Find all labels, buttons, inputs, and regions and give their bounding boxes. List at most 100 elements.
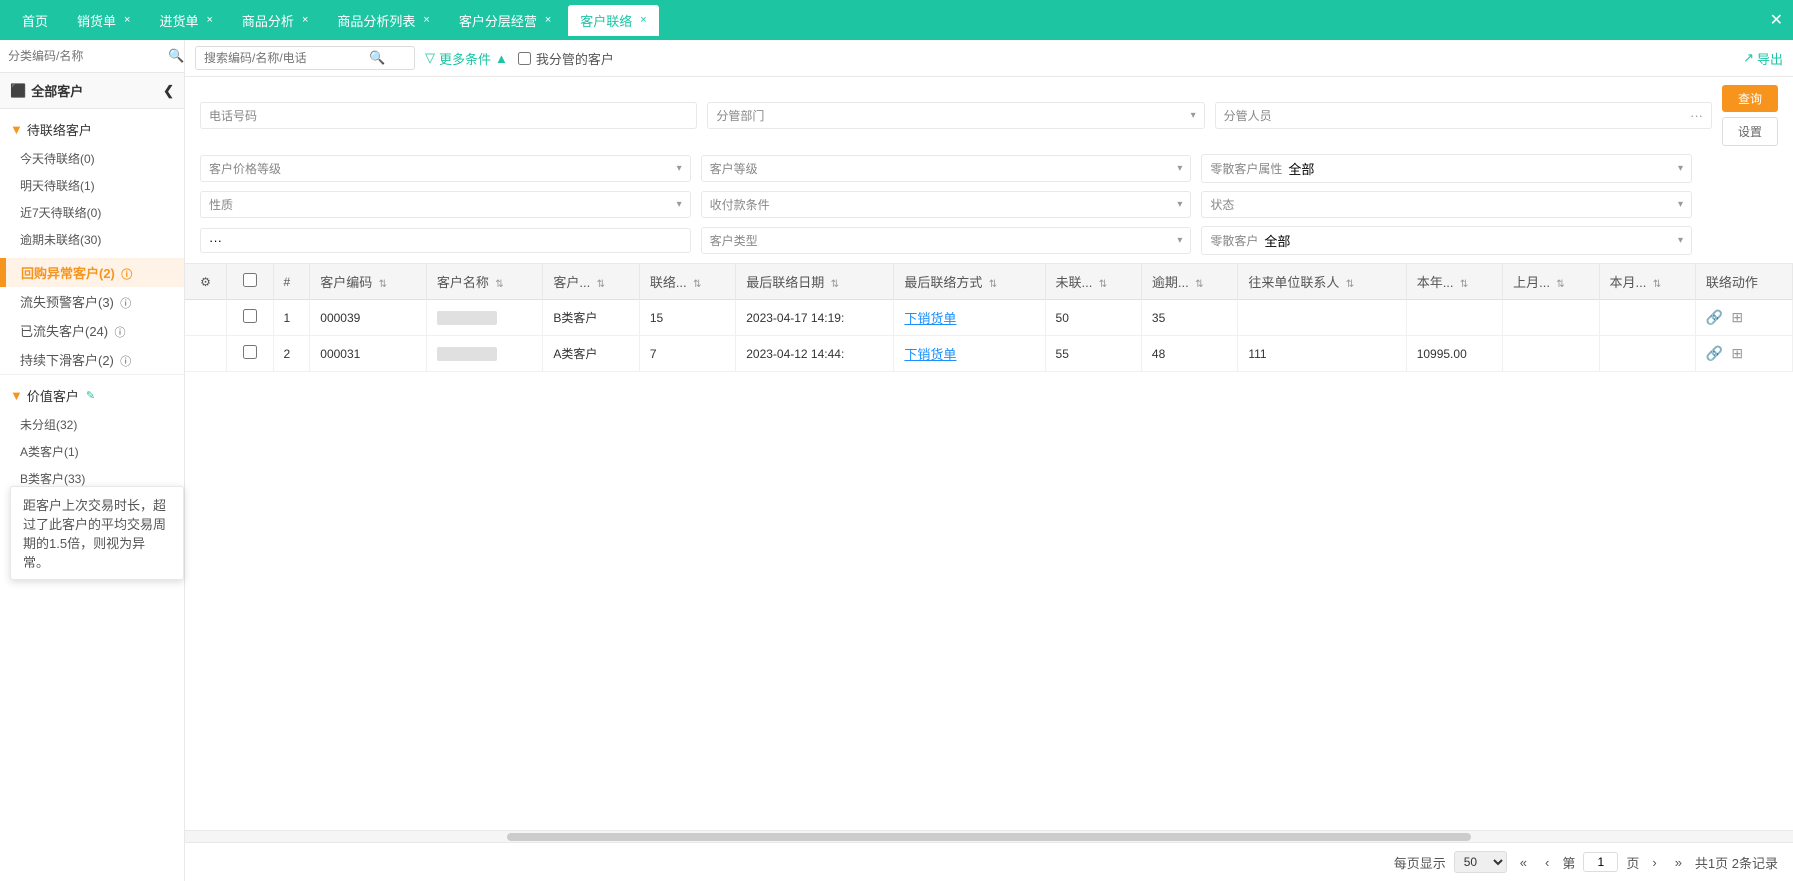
- next-page-btn[interactable]: ›: [1647, 853, 1661, 872]
- nav-customer-contact-close[interactable]: ×: [640, 14, 646, 26]
- col-company-contact[interactable]: 往来单位联系人 ⇅: [1238, 264, 1406, 300]
- nav-purchase[interactable]: 进货单 ×: [147, 5, 224, 36]
- col-this-month-sort[interactable]: ⇅: [1653, 279, 1661, 290]
- last-page-btn[interactable]: »: [1670, 853, 1687, 872]
- pending-contact-header[interactable]: ▼ 待联络客户: [0, 114, 184, 145]
- filter-payment-arrow[interactable]: ▾: [1177, 199, 1182, 210]
- filter-dept-input[interactable]: [770, 109, 1190, 123]
- col-last-date-sort[interactable]: ⇅: [831, 279, 839, 290]
- filter-status-input[interactable]: [1240, 198, 1678, 212]
- main-search-icon[interactable]: 🔍: [369, 50, 385, 66]
- row1-link-icon[interactable]: 🔗: [1706, 309, 1723, 326]
- filter-customer-level-arrow[interactable]: ▾: [1177, 163, 1182, 174]
- sidebar-today-contact[interactable]: 今天待联络(0): [0, 145, 184, 172]
- row2-grid-icon[interactable]: ⊞: [1731, 345, 1743, 362]
- prev-page-btn[interactable]: ‹: [1540, 853, 1554, 872]
- col-last-month-sort[interactable]: ⇅: [1556, 279, 1564, 290]
- horizontal-scrollbar[interactable]: [185, 830, 1793, 842]
- nav-customer-tier-close[interactable]: ×: [545, 14, 551, 26]
- filter-person-dots[interactable]: ···: [1690, 108, 1703, 123]
- nav-product-analysis[interactable]: 商品分析 ×: [230, 5, 320, 36]
- nav-customer-tier[interactable]: 客户分层经营 ×: [447, 5, 563, 36]
- per-page-select[interactable]: 50 100 200: [1454, 851, 1507, 873]
- sidebar-repurchase-abnormal[interactable]: 回购异常客户(2) ⓘ: [3, 258, 184, 287]
- col-contact[interactable]: 联络... ⇅: [639, 264, 735, 300]
- window-close-button[interactable]: ✕: [1770, 10, 1783, 30]
- col-last-month[interactable]: 上月... ⇅: [1503, 264, 1599, 300]
- query-button[interactable]: 查询: [1722, 85, 1778, 112]
- col-this-month[interactable]: 本月... ⇅: [1599, 264, 1695, 300]
- nav-product-list[interactable]: 商品分析列表 ×: [325, 5, 441, 36]
- value-edit-icon[interactable]: ✎: [86, 389, 95, 402]
- col-this-year-sort[interactable]: ⇅: [1460, 279, 1468, 290]
- value-customer-header[interactable]: ▼ 价值客户 ✎: [0, 380, 184, 411]
- sidebar-search-icon[interactable]: 🔍: [168, 48, 184, 64]
- row2-select[interactable]: [243, 345, 257, 359]
- row1-last-method[interactable]: 下销货单: [894, 300, 1045, 336]
- sidebar-overdue-contact[interactable]: 逾期未联络(30): [0, 226, 184, 253]
- col-unread-sort[interactable]: ⇅: [1099, 279, 1107, 290]
- col-name[interactable]: 客户名称 ⇅: [426, 264, 543, 300]
- sidebar-collapse-icon[interactable]: ❮: [163, 83, 174, 99]
- sidebar-unclassified[interactable]: 未分组(32): [0, 411, 184, 438]
- first-page-btn[interactable]: «: [1515, 853, 1532, 872]
- scrollbar-thumb[interactable]: [507, 833, 1472, 841]
- nav-home[interactable]: 首页: [10, 5, 60, 36]
- nav-sales-close[interactable]: ×: [124, 14, 130, 26]
- filter-customer-type-input[interactable]: [764, 234, 1178, 248]
- filter-person-input[interactable]: [1278, 109, 1690, 123]
- row2-link-icon[interactable]: 🔗: [1706, 345, 1723, 362]
- nav-customer-contact[interactable]: 客户联络 ×: [568, 5, 658, 36]
- col-code-sort[interactable]: ⇅: [379, 279, 387, 290]
- row1-select[interactable]: [243, 309, 257, 323]
- col-last-method-sort[interactable]: ⇅: [989, 279, 997, 290]
- col-type[interactable]: 客户... ⇅: [543, 264, 639, 300]
- filter-retail-attr-arrow[interactable]: ▾: [1678, 163, 1683, 174]
- my-customers-checkbox[interactable]: [518, 52, 531, 65]
- filter-nature-arrow[interactable]: ▾: [677, 199, 682, 210]
- filter-dept-arrow[interactable]: ▾: [1191, 110, 1196, 121]
- filter-customer-level-input[interactable]: [764, 162, 1178, 176]
- filter-retail-customer-value: 全部: [1264, 231, 1290, 250]
- nav-product-list-close[interactable]: ×: [423, 14, 429, 26]
- settings-button[interactable]: 设置: [1722, 117, 1778, 146]
- col-code[interactable]: 客户编码 ⇅: [310, 264, 427, 300]
- filter-price-level-arrow[interactable]: ▾: [677, 163, 682, 174]
- col-last-method[interactable]: 最后联络方式 ⇅: [894, 264, 1045, 300]
- more-conditions-btn[interactable]: ▽ 更多条件 ▲: [425, 49, 508, 68]
- filter-status-arrow[interactable]: ▾: [1678, 199, 1683, 210]
- col-name-sort[interactable]: ⇅: [495, 279, 503, 290]
- col-this-year[interactable]: 本年... ⇅: [1406, 264, 1502, 300]
- filter-retail-customer-arrow[interactable]: ▾: [1678, 235, 1683, 246]
- col-unread[interactable]: 未联... ⇅: [1045, 264, 1141, 300]
- sidebar-search-input[interactable]: [8, 49, 163, 63]
- sidebar-churn-warning[interactable]: 流失预警客户(3) ⓘ: [0, 287, 184, 316]
- col-last-date[interactable]: 最后联络日期 ⇅: [736, 264, 894, 300]
- col-type-sort[interactable]: ⇅: [597, 279, 605, 290]
- filter-nature-input[interactable]: [239, 198, 677, 212]
- select-all-checkbox[interactable]: [243, 273, 257, 287]
- page-number-input[interactable]: [1583, 852, 1618, 872]
- row1-grid-icon[interactable]: ⊞: [1731, 309, 1743, 326]
- export-button[interactable]: ↗ 导出: [1743, 49, 1783, 68]
- sidebar-declining[interactable]: 持续下滑客户(2) ⓘ: [0, 345, 184, 374]
- sidebar-class-a[interactable]: A类客户(1): [0, 438, 184, 465]
- nav-product-analysis-close[interactable]: ×: [302, 14, 308, 26]
- nav-purchase-close[interactable]: ×: [206, 14, 212, 26]
- col-overdue[interactable]: 逾期... ⇅: [1141, 264, 1237, 300]
- sidebar-7day-contact[interactable]: 近7天待联络(0): [0, 199, 184, 226]
- filter-dots-value[interactable]: ···: [209, 233, 222, 248]
- sidebar-tomorrow-contact[interactable]: 明天待联络(1): [0, 172, 184, 199]
- filter-phone-input[interactable]: [263, 109, 688, 123]
- nav-sales[interactable]: 销货单 ×: [65, 5, 142, 36]
- col-overdue-sort[interactable]: ⇅: [1195, 279, 1203, 290]
- filter-customer-type-arrow[interactable]: ▾: [1177, 235, 1182, 246]
- col-company-contact-sort[interactable]: ⇅: [1346, 279, 1354, 290]
- filter-payment-input[interactable]: [776, 198, 1178, 212]
- sidebar-churned[interactable]: 已流失客户(24) ⓘ: [0, 316, 184, 345]
- row2-last-method[interactable]: 下销货单: [894, 336, 1045, 372]
- col-gear[interactable]: ⚙: [185, 264, 227, 300]
- filter-price-level-input[interactable]: [287, 162, 677, 176]
- col-contact-sort[interactable]: ⇅: [693, 279, 701, 290]
- main-search-input[interactable]: [204, 51, 364, 65]
